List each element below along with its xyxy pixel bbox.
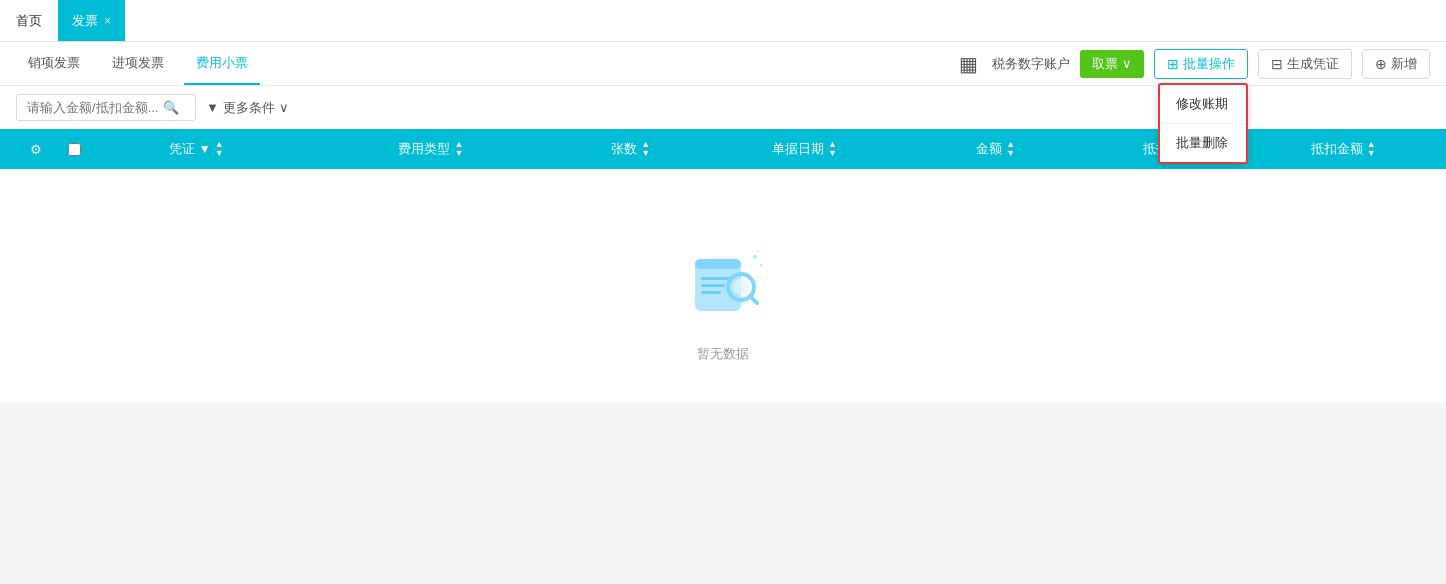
sub-tabs-left: 销项发票 进项发票 费用小票 — [16, 42, 260, 85]
svg-rect-5 — [701, 291, 721, 294]
home-link[interactable]: 首页 — [0, 0, 58, 41]
voucher-label: 凭证 — [169, 140, 195, 158]
date-sort[interactable]: ▲▼ — [828, 140, 837, 158]
amount-col[interactable]: 金额 ▲▼ — [909, 140, 1083, 158]
svg-rect-4 — [701, 284, 725, 287]
invoice-tab[interactable]: 发票 × — [58, 0, 125, 41]
search-icon: 🔍 — [163, 100, 179, 115]
empty-illustration — [673, 229, 773, 329]
settings-icon: ⚙ — [30, 142, 42, 157]
voucher-col[interactable]: 凭证 ▼ ▲▼ — [92, 140, 301, 158]
qr-icon[interactable]: ▦ — [954, 50, 982, 78]
batch-delete-item[interactable]: 批量删除 — [1160, 124, 1246, 162]
select-all-checkbox[interactable] — [68, 143, 81, 156]
amount-label: 金额 — [976, 140, 1002, 158]
add-new-label: 新增 — [1391, 55, 1417, 73]
modify-period-item[interactable]: 修改账期 — [1160, 85, 1246, 123]
date-label: 单据日期 — [772, 140, 824, 158]
search-input[interactable] — [27, 100, 157, 115]
tab-sales[interactable]: 销项发票 — [16, 42, 92, 85]
gen-voucher-icon: ⊟ — [1271, 56, 1283, 72]
take-ticket-label: 取票 — [1092, 55, 1118, 73]
batch-ops-label: 批量操作 — [1183, 55, 1235, 73]
voucher-filter-icon: ▼ — [199, 142, 211, 156]
settings-col[interactable]: ⚙ — [16, 142, 56, 157]
batch-dropdown-menu: 修改账期 批量删除 — [1158, 83, 1248, 164]
svg-point-9 — [753, 255, 757, 259]
take-ticket-button[interactable]: 取票 ∨ — [1080, 50, 1144, 78]
count-label: 张数 — [611, 140, 637, 158]
search-box[interactable]: 🔍 — [16, 94, 196, 121]
take-ticket-arrow: ∨ — [1122, 56, 1132, 71]
svg-point-11 — [757, 250, 759, 252]
batch-icon: ⊞ — [1167, 56, 1179, 72]
batch-ops-wrapper: ⊞ 批量操作 修改账期 批量删除 — [1154, 49, 1248, 79]
deduction-amount-sort[interactable]: ▲▼ — [1367, 140, 1376, 158]
expense-type-col[interactable]: 费用类型 ▲▼ — [301, 140, 562, 158]
top-nav: 首页 发票 × — [0, 0, 1446, 42]
batch-ops-button[interactable]: ⊞ 批量操作 — [1154, 49, 1248, 79]
add-new-button[interactable]: ⊕ 新增 — [1362, 49, 1430, 79]
invoice-tab-close[interactable]: × — [104, 14, 111, 28]
gen-voucher-button[interactable]: ⊟ 生成凭证 — [1258, 49, 1352, 79]
count-col[interactable]: 张数 ▲▼ — [561, 140, 700, 158]
voucher-sort[interactable]: ▲▼ — [215, 140, 224, 158]
expense-type-sort[interactable]: ▲▼ — [454, 140, 463, 158]
filter-arrow-icon: ∨ — [279, 100, 289, 115]
count-sort[interactable]: ▲▼ — [641, 140, 650, 158]
empty-text: 暂无数据 — [697, 345, 749, 363]
tab-expense[interactable]: 费用小票 — [184, 42, 260, 85]
more-filter-label: 更多条件 — [223, 99, 275, 117]
checkbox-col[interactable] — [56, 143, 92, 156]
empty-state: 暂无数据 — [0, 169, 1446, 403]
svg-line-8 — [750, 296, 757, 303]
deduction-amount-label: 抵扣金额 — [1311, 140, 1363, 158]
tab-purchase[interactable]: 进项发票 — [100, 42, 176, 85]
expense-type-label: 费用类型 — [398, 140, 450, 158]
svg-rect-3 — [701, 277, 731, 280]
add-icon: ⊕ — [1375, 56, 1387, 72]
invoice-tab-label: 发票 — [72, 12, 98, 30]
sub-tabs-right: ▦ 税务数字账户 取票 ∨ ⊞ 批量操作 修改账期 批量删除 ⊟ 生成凭证 ⊕ … — [954, 49, 1430, 79]
svg-point-10 — [760, 264, 763, 267]
tax-digital-link[interactable]: 税务数字账户 — [992, 55, 1070, 73]
amount-sort[interactable]: ▲▼ — [1006, 140, 1015, 158]
gen-voucher-label: 生成凭证 — [1287, 55, 1339, 73]
svg-rect-2 — [695, 259, 741, 269]
svg-point-7 — [733, 279, 749, 295]
date-col[interactable]: 单据日期 ▲▼ — [700, 140, 909, 158]
filter-icon: ▼ — [206, 100, 219, 115]
more-filter-btn[interactable]: ▼ 更多条件 ∨ — [206, 99, 289, 117]
deduction-amount-col[interactable]: 抵扣金额 ▲▼ — [1256, 140, 1430, 158]
sub-tabs-bar: 销项发票 进项发票 费用小票 ▦ 税务数字账户 取票 ∨ ⊞ 批量操作 修改账期… — [0, 42, 1446, 86]
